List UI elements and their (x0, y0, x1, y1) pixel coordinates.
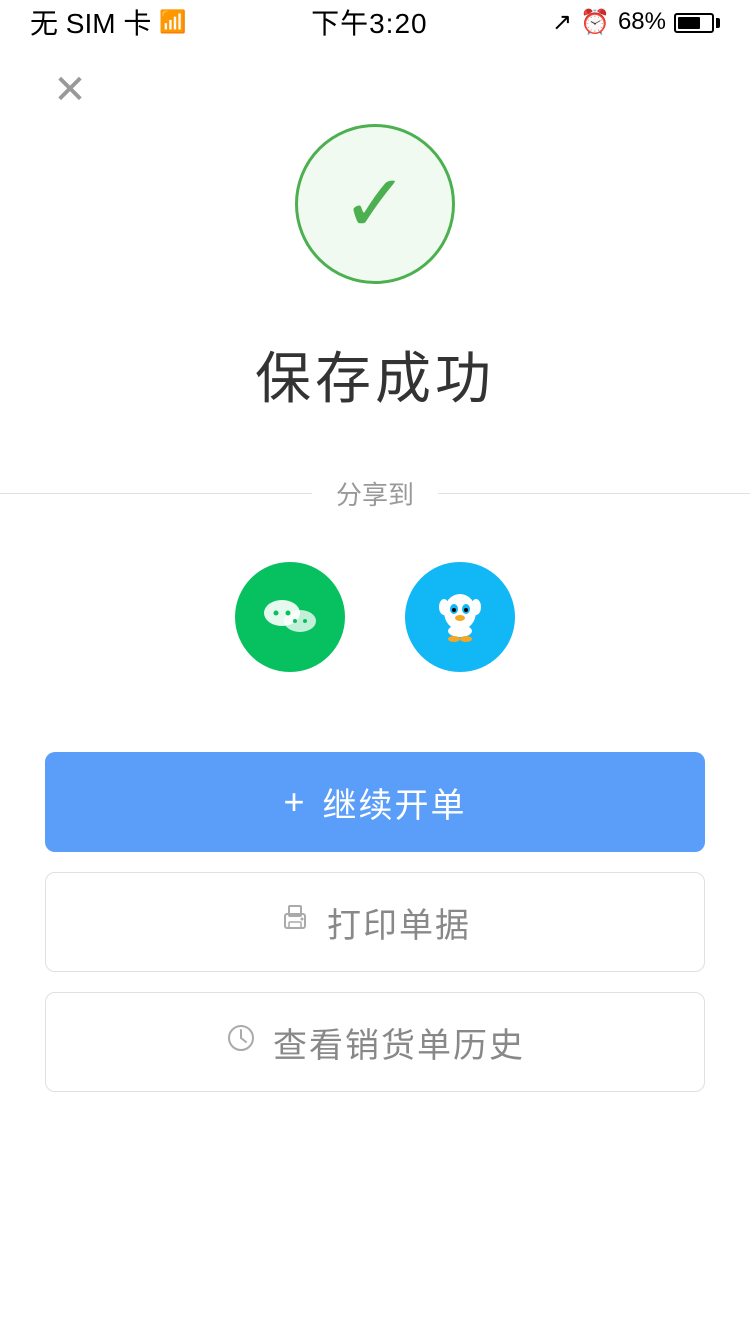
status-bar: 无 SIM 卡 📶 下午3:20 ↗ ⏰ 68% (0, 0, 750, 44)
social-icons (235, 562, 515, 672)
carrier-text: 无 SIM 卡 (30, 2, 151, 42)
success-title: 保存成功 (255, 334, 495, 415)
status-time: 下午3:20 (311, 2, 428, 42)
status-right: ↗ ⏰ 68% (552, 8, 720, 37)
wechat-share-button[interactable] (235, 562, 345, 672)
battery-icon (674, 8, 720, 36)
clock-icon (225, 1022, 257, 1062)
action-buttons: + 继续开单 打印单据 (45, 752, 705, 1092)
print-label: 打印单据 (327, 898, 471, 947)
status-carrier: 无 SIM 卡 📶 (30, 2, 187, 42)
wechat-icon (258, 585, 323, 650)
print-button[interactable]: 打印单据 (45, 872, 705, 972)
print-icon (279, 902, 311, 942)
continue-button[interactable]: + 继续开单 (45, 752, 705, 852)
qq-icon (430, 587, 490, 647)
battery-percent: 68% (618, 8, 666, 36)
close-button[interactable]: ✕ (40, 60, 100, 120)
share-label: 分享到 (312, 475, 438, 512)
share-section: 分享到 (0, 475, 750, 512)
alarm-icon: ⏰ (580, 8, 610, 37)
location-icon: ↗ (552, 8, 572, 37)
history-button[interactable]: 查看销货单历史 (45, 992, 705, 1092)
history-label: 查看销货单历史 (273, 1018, 525, 1067)
success-circle: ✓ (295, 124, 455, 284)
continue-label: 继续开单 (323, 778, 467, 827)
close-icon: ✕ (53, 70, 87, 110)
wifi-icon: 📶 (159, 9, 186, 35)
qq-share-button[interactable] (405, 562, 515, 672)
checkmark-icon: ✓ (341, 164, 408, 244)
main-content: ✓ 保存成功 分享到 (0, 44, 750, 1092)
plus-icon: + (283, 781, 306, 823)
